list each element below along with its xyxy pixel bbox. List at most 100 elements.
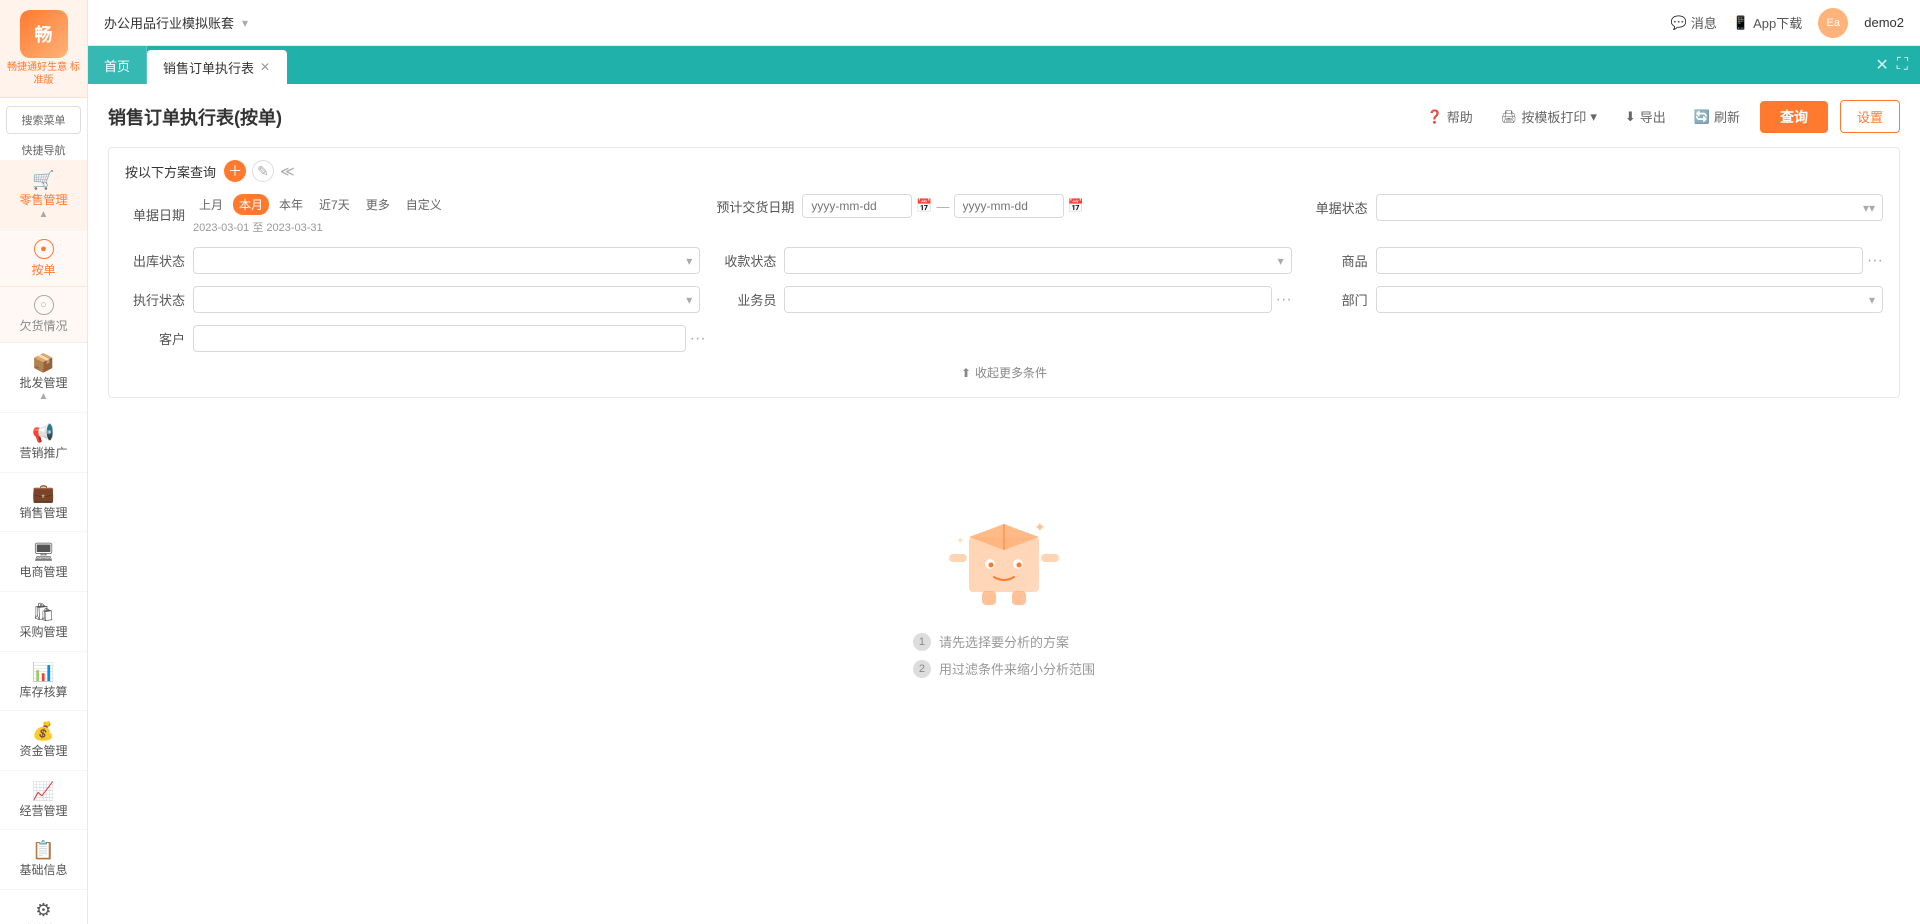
page-title: 销售订单执行表(按单)	[108, 104, 282, 130]
tip-num-2: 2	[913, 660, 931, 678]
collapse-label: 收起更多条件	[975, 364, 1047, 381]
tip-num-1: 1	[913, 633, 931, 651]
tab-home-label: 首页	[104, 56, 130, 75]
topbar-arrow-icon[interactable]: ▾	[242, 16, 248, 30]
customer-input[interactable]	[193, 325, 686, 352]
calendar-from-icon[interactable]: 📅	[916, 198, 932, 214]
subitem-label-欠货: 欠货情况	[19, 317, 67, 334]
filter-item-expect-date: 预计交货日期 📅 — 📅	[716, 194, 1291, 218]
calendar-to-icon[interactable]: 📅	[1068, 198, 1084, 214]
exec-status-label: 执行状态	[125, 290, 185, 309]
retail-submenu: ● 按单 ○ 欠货情况	[0, 231, 87, 343]
tab-sales-order-label: 销售订单执行表	[163, 58, 254, 77]
collapse-button[interactable]: ⬆ 收起更多条件	[961, 364, 1047, 381]
avatar: Ea	[1818, 8, 1848, 38]
sidebar-label-sales: 销售管理	[19, 506, 67, 522]
salesman-label: 业务员	[716, 290, 776, 309]
sidebar-item-wholesale[interactable]: 📦 批发管理 ▲	[0, 343, 87, 414]
goods-input[interactable]	[1376, 247, 1863, 274]
print-arrow-icon: ▾	[1590, 109, 1597, 125]
sidebar-item-ecom[interactable]: 🖥 电商管理	[0, 532, 87, 592]
subitem-欠货情况[interactable]: ○ 欠货情况	[0, 287, 87, 343]
quick-nav-label: 快捷导航	[22, 138, 66, 160]
help-button[interactable]: ❓ 帮助	[1419, 103, 1481, 130]
dept-select[interactable]	[1376, 286, 1883, 313]
date-tab-last-month[interactable]: 上月	[193, 194, 229, 215]
dept-label: 部门	[1308, 290, 1368, 309]
edit-scheme-button[interactable]: ✎	[252, 160, 274, 182]
sales-icon: 💼	[32, 483, 54, 504]
tab-sales-order[interactable]: 销售订单执行表 ✕	[147, 50, 287, 84]
search-menu-button[interactable]: 搜索菜单	[6, 106, 81, 134]
outstock-select[interactable]	[193, 247, 700, 274]
print-button[interactable]: 🖨 按模板打印 ▾	[1493, 103, 1605, 130]
content-area: 销售订单执行表(按单) ❓ 帮助 🖨 按模板打印 ▾ ⬇ 导出	[88, 84, 1920, 924]
tip-text-1: 请先选择要分析的方案	[939, 632, 1069, 651]
sidebar-item-marketing[interactable]: 📢 营销推广	[0, 413, 87, 473]
salesman-more-icon[interactable]: ···	[1276, 291, 1292, 309]
date-separator: —	[937, 199, 950, 214]
collapse-icon-button[interactable]: ≪	[280, 163, 295, 180]
subitem-icon-按单: ●	[34, 239, 54, 259]
tab-close-icon[interactable]: ✕	[260, 60, 270, 74]
query-button[interactable]: 查询	[1760, 101, 1828, 133]
basic-info-icon: 📋	[32, 840, 54, 861]
filter-item-customer: 客户 ···	[125, 325, 706, 352]
maximize-button[interactable]: ⛶	[1897, 56, 1908, 74]
goods-label: 商品	[1308, 251, 1368, 270]
doc-status-select[interactable]	[1376, 194, 1883, 221]
date-tab-7days[interactable]: 近7天	[313, 194, 356, 215]
svg-text:✦: ✦	[1034, 519, 1046, 535]
date-tab-more[interactable]: 更多	[360, 194, 396, 215]
app-download-button[interactable]: 📱 App下载	[1733, 13, 1802, 32]
sidebar-item-finance[interactable]: 💰 资金管理	[0, 711, 87, 771]
sidebar-item-retail[interactable]: 🛒 零售管理 ▲	[0, 160, 87, 231]
tabbar-right: ✕ ⛶	[1875, 55, 1920, 75]
tabbar: 首页 销售订单执行表 ✕ ✕ ⛶	[88, 46, 1920, 84]
salesman-input[interactable]	[784, 286, 1271, 313]
sidebar-label-inventory: 库存核算	[19, 685, 67, 701]
sidebar-item-sales[interactable]: 💼 销售管理	[0, 473, 87, 533]
page-actions: ❓ 帮助 🖨 按模板打印 ▾ ⬇ 导出 🔄 刷新	[1419, 100, 1900, 133]
sidebar-search-area: 搜索菜单	[0, 98, 87, 138]
date-tab-custom[interactable]: 自定义	[400, 194, 448, 215]
message-button[interactable]: 💬 消息	[1671, 13, 1717, 32]
sidebar-label-purchase: 采购管理	[19, 625, 67, 641]
add-scheme-button[interactable]: ＋	[224, 160, 246, 182]
retail-icon: 🛒	[32, 170, 54, 191]
doc-date-label: 单据日期	[125, 205, 185, 224]
sidebar-item-purchase[interactable]: 🛍 采购管理	[0, 592, 87, 652]
filter-item-doc-date: 单据日期 上月 本月 本年 近7天 更多 自定义 2023-03-01 至 20…	[125, 194, 700, 235]
collapse-up-icon: ⬆	[961, 366, 971, 380]
customer-more-icon[interactable]: ···	[690, 330, 706, 348]
sidebar-item-system[interactable]: ⚙ 系统管理	[0, 890, 87, 924]
expect-date-to-input[interactable]	[954, 194, 1064, 218]
subitem-按单[interactable]: ● 按单	[0, 231, 87, 287]
refresh-icon: 🔄	[1694, 109, 1710, 125]
payment-select[interactable]	[784, 247, 1291, 274]
empty-illustration: ✦ ✦	[944, 492, 1064, 612]
subitem-icon-欠货: ○	[34, 295, 54, 315]
export-button[interactable]: ⬇ 导出	[1617, 103, 1674, 130]
export-label: 导出	[1640, 107, 1666, 126]
empty-tip-2: 2 用过滤条件来缩小分析范围	[913, 659, 1095, 678]
exec-status-select[interactable]	[193, 286, 700, 313]
filter-item-goods: 商品 ···	[1308, 247, 1883, 274]
sidebar-item-basic-info[interactable]: 📋 基础信息	[0, 830, 87, 890]
goods-more-icon[interactable]: ···	[1867, 252, 1883, 270]
sidebar: 畅 畅捷通好生意 标准版 搜索菜单 快捷导航 🛒 零售管理 ▲ ● 按单 ○ 欠…	[0, 0, 88, 924]
topbar-title: 办公用品行业模拟账套	[104, 13, 234, 32]
page-container: 销售订单执行表(按单) ❓ 帮助 🖨 按模板打印 ▾ ⬇ 导出	[88, 84, 1920, 924]
close-tab-button[interactable]: ✕	[1875, 55, 1888, 75]
date-tab-this-year[interactable]: 本年	[273, 194, 309, 215]
date-tab-this-month[interactable]: 本月	[233, 194, 269, 215]
print-icon: 🖨	[1501, 109, 1518, 125]
empty-state: ✦ ✦ 1 请先选择要分析的方案 2 用过滤条件来缩小分析范围	[108, 412, 1900, 758]
sidebar-item-operations[interactable]: 📈 经营管理	[0, 771, 87, 831]
refresh-button[interactable]: 🔄 刷新	[1686, 103, 1748, 130]
sidebar-item-inventory[interactable]: 📊 库存核算	[0, 652, 87, 712]
tab-home[interactable]: 首页	[88, 46, 147, 84]
settings-button[interactable]: 设置	[1840, 100, 1900, 133]
expect-date-from-input[interactable]	[802, 194, 912, 218]
purchase-icon: 🛍	[32, 602, 55, 623]
